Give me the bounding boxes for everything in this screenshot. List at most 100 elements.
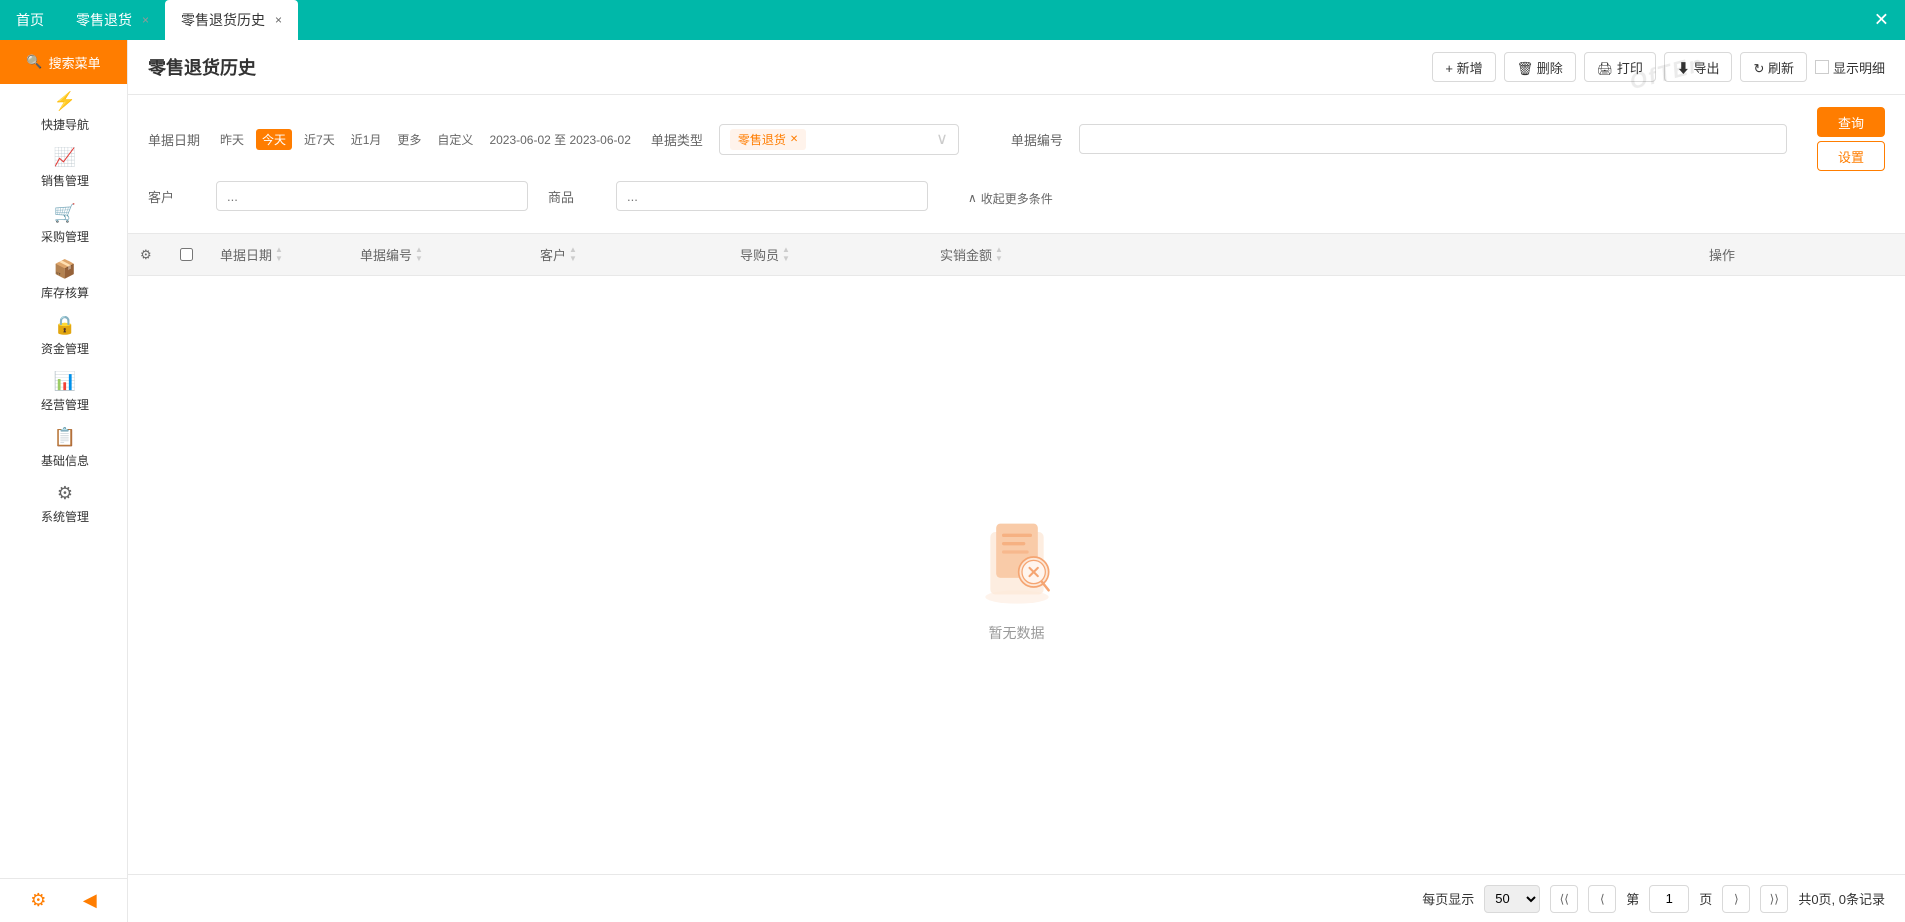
date-shortcuts: 昨天 今天 近7天 近1月 更多 自定义 [216, 129, 477, 150]
doc-type-tag-close[interactable]: ✕ [790, 134, 798, 145]
select-all-checkbox[interactable] [180, 248, 193, 261]
main-layout: 🔍 搜索菜单 ⚡ 快捷导航 📈 销售管理 🛒 采购管理 📦 库存核算 🔒 [0, 40, 1905, 922]
doc-number-label: 单据编号 [1011, 130, 1071, 149]
main-content: 零售退货历史 + 新增 🗑 删除 🖨 打印 ⬇ 导出 ↻ 刷新 显示明细 单据日… [128, 40, 1905, 922]
page-label: 第 [1626, 889, 1639, 908]
print-button[interactable]: 🖨 打印 [1584, 52, 1656, 82]
sidebar-item-sales-mgmt[interactable]: 📈 销售管理 [0, 140, 127, 196]
page-title: 零售退货历史 [148, 54, 256, 80]
th-customer[interactable]: 客户 ▲ ▼ [532, 245, 732, 264]
th-actual-amount[interactable]: 实销金额 ▲ ▼ [932, 245, 1701, 264]
page-next-button[interactable]: ⟩ [1722, 885, 1750, 913]
goods-label: 商品 [548, 187, 608, 206]
sort-doc-number: ▲ ▼ [415, 246, 423, 263]
query-button[interactable]: 查询 [1817, 107, 1885, 137]
display-detail-checkbox[interactable] [1815, 60, 1829, 74]
th-checkbox[interactable] [172, 248, 212, 261]
doc-number-input[interactable] [1079, 124, 1787, 154]
sidebar-item-finance[interactable]: 🔒 资金管理 [0, 308, 127, 364]
date-btn-7days[interactable]: 近7天 [300, 129, 339, 150]
search-icon: 🔍 [26, 54, 42, 70]
tab-retail-return-history-close[interactable]: × [275, 13, 282, 27]
sidebar-bottom: ⚙ ◀ [0, 878, 127, 922]
tab-retail-return-close[interactable]: × [142, 13, 149, 27]
doc-type-dropdown-arrow: ∨ [936, 129, 948, 149]
sidebar-item-basic-info[interactable]: 📋 基础信息 [0, 420, 127, 476]
doc-date-label: 单据日期 [148, 130, 208, 149]
page-first-button[interactable]: ⟨⟨ [1550, 885, 1578, 913]
date-btn-yesterday[interactable]: 昨天 [216, 129, 248, 150]
sidebar: 🔍 搜索菜单 ⚡ 快捷导航 📈 销售管理 🛒 采购管理 📦 库存核算 🔒 [0, 40, 128, 922]
empty-state-icon [967, 507, 1067, 607]
page-header: 零售退货历史 + 新增 🗑 删除 🖨 打印 ⬇ 导出 ↻ 刷新 显示明细 [128, 40, 1905, 95]
header-actions: + 新增 🗑 删除 🖨 打印 ⬇ 导出 ↻ 刷新 显示明细 [1432, 52, 1885, 82]
empty-text: 暂无数据 [989, 623, 1045, 643]
tab-retail-return[interactable]: 零售退货 × [60, 0, 165, 40]
doc-type-label: 单据类型 [651, 130, 711, 149]
th-guide[interactable]: 导购员 ▲ ▼ [732, 245, 932, 264]
search-menu[interactable]: 🔍 搜索菜单 [0, 40, 127, 84]
per-page-select[interactable]: 50 10 20 100 [1484, 885, 1540, 913]
system-icon: ⚙ [57, 483, 73, 504]
th-settings[interactable]: ⚙ [132, 247, 172, 263]
sort-doc-date: ▲ ▼ [275, 246, 283, 263]
sort-guide: ▲ ▼ [782, 246, 790, 263]
empty-state: 暂无数据 [128, 276, 1905, 874]
query-settings-wrap: 查询 设置 [1817, 107, 1885, 171]
page-prev-button[interactable]: ⟨ [1588, 885, 1616, 913]
sidebar-item-inventory[interactable]: 📦 库存核算 [0, 252, 127, 308]
refresh-button[interactable]: ↻ 刷新 [1740, 52, 1807, 82]
collapse-button[interactable]: ∧ 收起更多条件 [968, 190, 1053, 207]
collapse-sidebar-icon[interactable]: ◀ [83, 890, 97, 911]
table-settings-icon[interactable]: ⚙ [140, 247, 152, 263]
quick-nav-icon: ⚡ [54, 91, 76, 112]
doc-type-tag: 零售退货 ✕ [730, 129, 806, 150]
collapse-up-icon: ∧ [968, 191, 977, 205]
sort-customer: ▲ ▼ [569, 246, 577, 263]
delete-button[interactable]: 🗑 删除 [1504, 52, 1576, 82]
date-btn-today[interactable]: 今天 [256, 129, 292, 150]
sort-actual-amount: ▲ ▼ [995, 246, 1003, 263]
filter-area: 单据日期 昨天 今天 近7天 近1月 更多 自定义 2023-06-02 至 2… [128, 95, 1905, 234]
filter-row-2: 客户 商品 ∧ 收起更多条件 [148, 181, 1885, 211]
customer-input[interactable] [216, 181, 528, 211]
page-suffix: 页 [1699, 889, 1712, 908]
date-range-display: 2023-06-02 至 2023-06-02 [489, 131, 630, 148]
filter-customer: 客户 [148, 181, 528, 211]
display-detail-wrap: 显示明细 [1815, 58, 1885, 77]
sidebar-item-purchase-mgmt[interactable]: 🛒 采购管理 [0, 196, 127, 252]
page-last-button[interactable]: ⟩⟩ [1760, 885, 1788, 913]
purchase-icon: 🛒 [54, 203, 76, 224]
new-button[interactable]: + 新增 [1432, 52, 1495, 82]
tab-retail-return-history[interactable]: 零售退货历史 × [165, 0, 298, 40]
settings-bottom-icon[interactable]: ⚙ [30, 890, 46, 911]
export-button[interactable]: ⬇ 导出 [1664, 52, 1733, 82]
top-tab-bar: 首页 零售退货 × 零售退货历史 × ✕ [0, 0, 1905, 40]
sidebar-item-operations[interactable]: 📊 经营管理 [0, 364, 127, 420]
pagination-bar: 每页显示 50 10 20 100 ⟨⟨ ⟨ 第 页 ⟩ ⟩⟩ 共0页, 0条记… [128, 874, 1905, 922]
date-btn-1month[interactable]: 近1月 [347, 129, 386, 150]
page-number-input[interactable] [1649, 885, 1689, 913]
filter-doc-type: 单据类型 零售退货 ✕ ∨ [651, 124, 991, 155]
sidebar-item-system[interactable]: ⚙ 系统管理 [0, 476, 127, 532]
inventory-icon: 📦 [54, 259, 76, 280]
per-page-label: 每页显示 [1422, 889, 1474, 908]
total-info: 共0页, 0条记录 [1798, 889, 1885, 908]
filter-goods: 商品 [548, 181, 928, 211]
tab-home[interactable]: 首页 [0, 0, 60, 40]
operations-icon: 📊 [54, 371, 76, 392]
goods-input[interactable] [616, 181, 928, 211]
doc-type-selector[interactable]: 零售退货 ✕ ∨ [719, 124, 959, 155]
finance-icon: 🔒 [54, 315, 76, 336]
sidebar-item-quick-nav[interactable]: ⚡ 快捷导航 [0, 84, 127, 140]
customer-label: 客户 [148, 187, 208, 206]
settings-button[interactable]: 设置 [1817, 141, 1885, 171]
th-doc-number[interactable]: 单据编号 ▲ ▼ [352, 245, 532, 264]
sidebar-items: ⚡ 快捷导航 📈 销售管理 🛒 采购管理 📦 库存核算 🔒 资金管理 📊 [0, 84, 127, 878]
th-operation: 操作 [1701, 245, 1821, 264]
date-btn-custom[interactable]: 自定义 [433, 129, 477, 150]
window-close-button[interactable]: ✕ [1874, 10, 1889, 31]
basic-info-icon: 📋 [54, 427, 76, 448]
date-btn-more[interactable]: 更多 [393, 129, 425, 150]
th-doc-date[interactable]: 单据日期 ▲ ▼ [212, 245, 352, 264]
